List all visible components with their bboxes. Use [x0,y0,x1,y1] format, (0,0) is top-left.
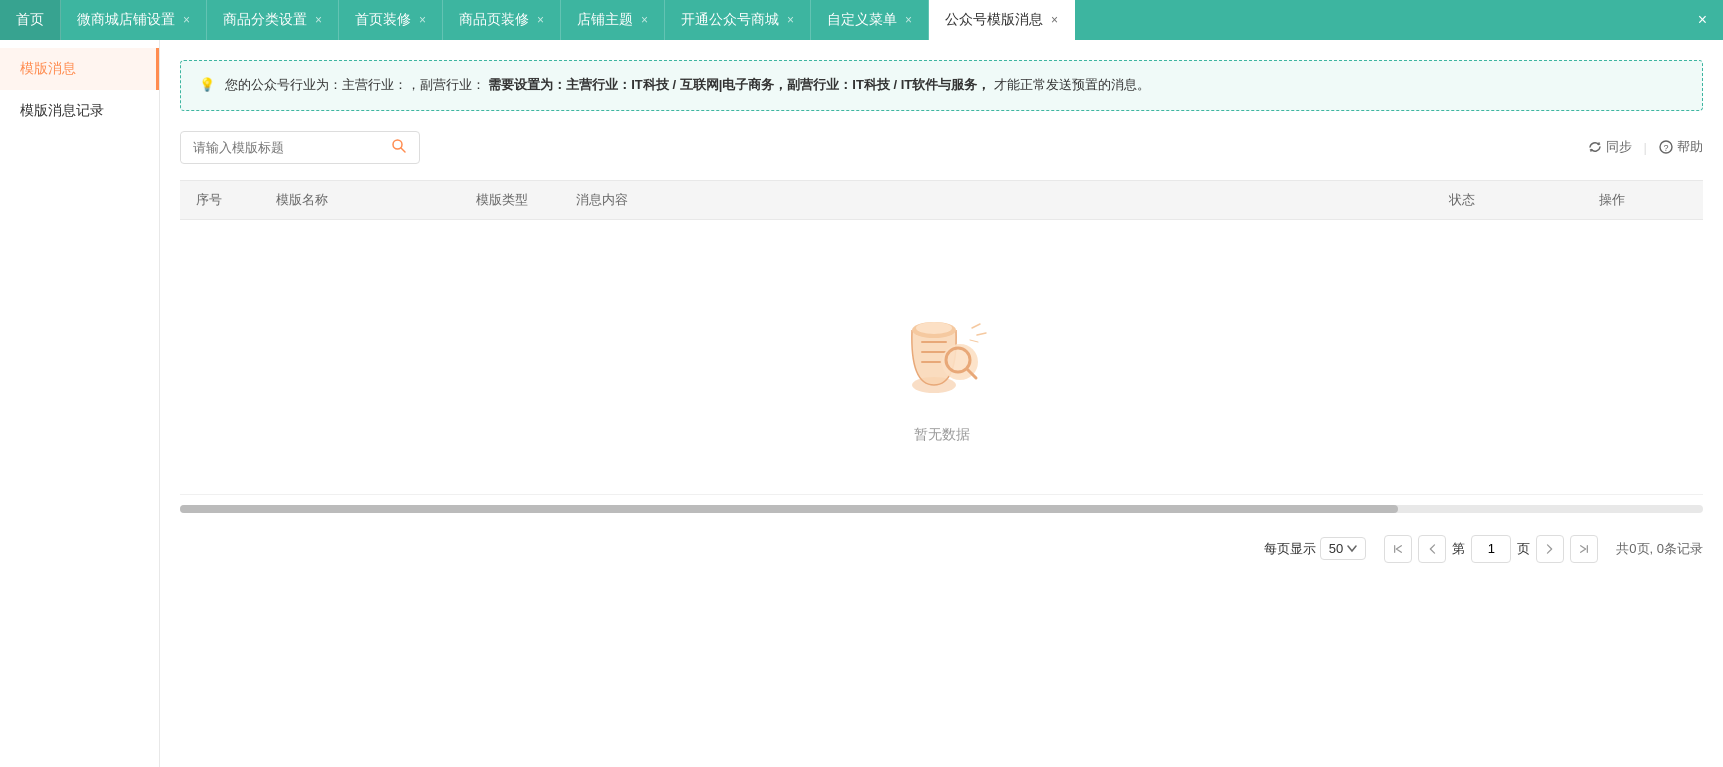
page-size-value: 50 [1329,541,1343,556]
last-page-button[interactable] [1570,535,1598,563]
nav-tab-open-mall-label: 开通公众号商城 [681,11,779,29]
top-navigation: 首页 微商城店铺设置 × 商品分类设置 × 首页装修 × 商品页装修 × 店铺主… [0,0,1723,40]
svg-line-15 [970,340,978,342]
nav-tab-shop-theme-close[interactable]: × [641,13,648,27]
page-input[interactable] [1471,535,1511,563]
sidebar: 模版消息 模版消息记录 [0,40,160,767]
page-label: 第 [1452,540,1465,558]
notice-text-prefix: 您的公众号行业为：主营行业：，副营行业： [225,77,485,92]
page-unit: 页 [1517,540,1530,558]
svg-point-6 [916,322,952,334]
table-header-row: 序号 模版名称 模版类型 消息内容 状态 操作 [180,180,1703,219]
table-col-type: 模版类型 [460,180,560,219]
nav-tab-shop-theme[interactable]: 店铺主题 × [561,0,665,40]
chevron-down-icon [1347,545,1357,553]
sidebar-item-template-msg-record[interactable]: 模版消息记录 [0,90,159,132]
search-button[interactable] [381,132,417,163]
svg-line-14 [977,333,986,335]
close-all-button[interactable]: × [1682,11,1723,29]
toolbar-divider: | [1644,140,1647,155]
table-col-content: 消息内容 [560,180,1433,219]
empty-state: 暂无数据 [196,230,1687,484]
empty-text: 暂无数据 [914,426,970,444]
nav-tab-homepage-decor[interactable]: 首页装修 × [339,0,443,40]
main-content: 💡 您的公众号行业为：主营行业：，副营行业： 需要设置为：主营行业：IT科技 /… [160,40,1723,767]
toolbar-right: 同步 | ? 帮助 [1588,138,1703,156]
horizontal-scrollbar[interactable] [180,505,1703,513]
notice-box: 💡 您的公众号行业为：主营行业：，副营行业： 需要设置为：主营行业：IT科技 /… [180,60,1703,111]
nav-tab-home[interactable]: 首页 [0,0,61,40]
sidebar-item-template-msg-label: 模版消息 [20,60,76,76]
nav-tab-category-close[interactable]: × [315,13,322,27]
sidebar-item-template-msg-record-label: 模版消息记录 [20,102,104,118]
help-label: 帮助 [1677,138,1703,156]
nav-tab-shop-settings-label: 微商城店铺设置 [77,11,175,29]
help-button[interactable]: ? 帮助 [1659,138,1703,156]
svg-line-13 [972,324,980,328]
next-page-icon [1546,544,1554,554]
sidebar-item-template-msg[interactable]: 模版消息 [0,48,159,90]
nav-tab-shop-theme-label: 店铺主题 [577,11,633,29]
page-size-select: 每页显示 50 [1264,537,1366,560]
nav-tab-open-mall[interactable]: 开通公众号商城 × [665,0,811,40]
nav-tab-shop-settings-close[interactable]: × [183,13,190,27]
search-input-wrap [180,131,420,164]
empty-illustration [882,290,1002,410]
table-col-action: 操作 [1583,180,1703,219]
main-wrapper: 模版消息 模版消息记录 💡 您的公众号行业为：主营行业：，副营行业： 需要设置为… [0,40,1723,767]
prev-page-button[interactable] [1418,535,1446,563]
sync-icon [1588,140,1602,154]
next-page-button[interactable] [1536,535,1564,563]
nav-tab-custom-menu[interactable]: 自定义菜单 × [811,0,929,40]
nav-tab-template-msg-label: 公众号模版消息 [945,11,1043,29]
last-page-icon [1579,544,1589,554]
svg-text:?: ? [1664,143,1669,153]
data-table: 序号 模版名称 模版类型 消息内容 状态 操作 [180,180,1703,495]
prev-page-icon [1428,544,1436,554]
nav-tab-home-label: 首页 [16,11,44,29]
first-page-icon [1393,544,1403,554]
search-input[interactable] [181,134,381,161]
table-col-name: 模版名称 [260,180,460,219]
notice-text-suffix: 才能正常发送预置的消息。 [994,77,1150,92]
nav-tab-custom-menu-close[interactable]: × [905,13,912,27]
svg-line-1 [401,148,405,152]
empty-state-row: 暂无数据 [180,219,1703,494]
nav-tab-product-decor-close[interactable]: × [537,13,544,27]
sync-label: 同步 [1606,138,1632,156]
nav-tab-custom-menu-label: 自定义菜单 [827,11,897,29]
nav-tab-homepage-decor-close[interactable]: × [419,13,426,27]
light-icon: 💡 [199,77,215,92]
sync-button[interactable]: 同步 [1588,138,1632,156]
table-col-status: 状态 [1433,180,1583,219]
page-size-box[interactable]: 50 [1320,537,1366,560]
search-icon [391,138,407,154]
nav-tab-category-settings[interactable]: 商品分类设置 × [207,0,339,40]
nav-tab-shop-settings[interactable]: 微商城店铺设置 × [61,0,207,40]
scrollbar-thumb [180,505,1398,513]
table-col-index: 序号 [180,180,260,219]
notice-text-highlight: 需要设置为：主营行业：IT科技 / 互联网|电子商务，副营行业：IT科技 / I… [488,77,990,92]
nav-tab-template-msg-close[interactable]: × [1051,13,1058,27]
nav-tab-template-msg[interactable]: 公众号模版消息 × [929,0,1075,40]
page-size-label: 每页显示 [1264,540,1316,558]
nav-tab-homepage-decor-label: 首页装修 [355,11,411,29]
search-bar: 同步 | ? 帮助 [180,131,1703,164]
pagination: 每页显示 50 第 页 [180,523,1703,575]
nav-tab-category-settings-label: 商品分类设置 [223,11,307,29]
first-page-button[interactable] [1384,535,1412,563]
help-icon: ? [1659,140,1673,154]
total-info: 共0页, 0条记录 [1616,540,1703,558]
nav-tab-product-decor[interactable]: 商品页装修 × [443,0,561,40]
nav-tab-open-mall-close[interactable]: × [787,13,794,27]
nav-tab-product-decor-label: 商品页装修 [459,11,529,29]
